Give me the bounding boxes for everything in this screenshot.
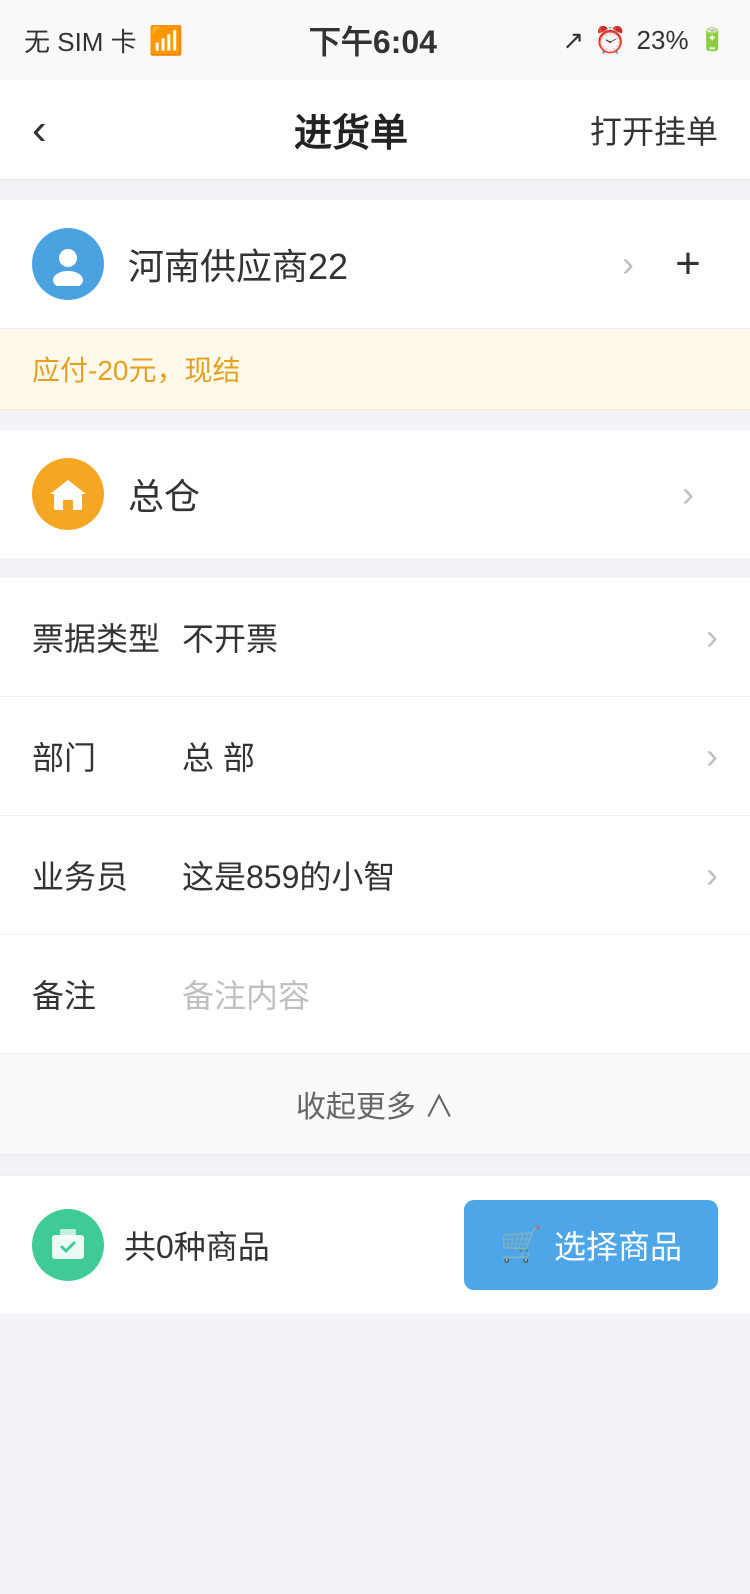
status-carrier-area: 无 SIM 卡 📶	[24, 22, 184, 59]
form-section: 票据类型 不开票 › 部门 总 部 › 业务员 这是859的小智 › 备注 备注…	[0, 578, 750, 1053]
warehouse-row[interactable]: 总仓 ›	[0, 430, 750, 558]
page-title: 进货单	[294, 102, 408, 157]
open-pending-button[interactable]: 打开挂单	[590, 107, 718, 153]
status-time: 下午6:04	[309, 17, 437, 63]
select-goods-label: 选择商品	[554, 1222, 682, 1268]
collapse-label: 收起更多 ∧	[296, 1082, 454, 1126]
warehouse-name: 总仓	[128, 468, 682, 520]
goods-icon	[32, 1209, 104, 1281]
gray-bottom-area	[0, 1314, 750, 1594]
status-bar: 无 SIM 卡 📶 下午6:04 ↗ ⏰ 23% 🔋	[0, 0, 750, 80]
bottom-bar: 共0种商品 🛒 选择商品	[0, 1175, 750, 1314]
remark-label: 备注	[32, 971, 162, 1017]
wifi-icon: 📶	[149, 24, 184, 57]
remark-row[interactable]: 备注 备注内容	[0, 935, 750, 1053]
select-goods-icon: 🛒	[500, 1225, 542, 1265]
goods-count-text: 共0种商品	[124, 1222, 464, 1268]
salesperson-label: 业务员	[32, 852, 162, 898]
supplier-name: 河南供应商22	[128, 238, 622, 290]
department-value: 总 部	[162, 733, 706, 779]
status-right-area: ↗ ⏰ 23% 🔋	[562, 25, 726, 56]
nav-bar: ‹ 进货单 打开挂单	[0, 80, 750, 180]
warehouse-section: 总仓 ›	[0, 430, 750, 558]
supplier-section: 河南供应商22 › + 应付-20元，现结	[0, 200, 750, 410]
avatar	[32, 228, 104, 300]
battery-text: 23%	[637, 25, 689, 56]
collapse-row[interactable]: 收起更多 ∧	[0, 1053, 750, 1155]
warehouse-icon	[32, 458, 104, 530]
salesperson-row[interactable]: 业务员 这是859的小智 ›	[0, 816, 750, 935]
department-label: 部门	[32, 733, 162, 779]
supplier-row[interactable]: 河南供应商22 › +	[0, 200, 750, 329]
department-row[interactable]: 部门 总 部 ›	[0, 697, 750, 816]
select-goods-button[interactable]: 🛒 选择商品	[464, 1200, 718, 1290]
carrier-text: 无 SIM 卡	[24, 22, 137, 59]
battery-icon: 🔋	[699, 27, 726, 53]
supplier-chevron-icon: ›	[622, 243, 634, 285]
alarm-icon: ⏰	[594, 25, 626, 56]
add-supplier-button[interactable]: +	[658, 239, 718, 289]
notice-text: 应付-20元，现结	[32, 355, 240, 386]
back-button[interactable]: ‹	[32, 105, 112, 155]
department-chevron-icon: ›	[706, 735, 718, 777]
location-icon: ↗	[562, 25, 584, 56]
warehouse-chevron-icon: ›	[682, 473, 694, 515]
section-divider-1	[0, 410, 750, 430]
remark-input[interactable]: 备注内容	[162, 971, 718, 1017]
top-divider	[0, 180, 750, 200]
invoice-type-chevron-icon: ›	[706, 616, 718, 658]
invoice-type-value: 不开票	[162, 614, 706, 660]
salesperson-chevron-icon: ›	[706, 854, 718, 896]
salesperson-value: 这是859的小智	[162, 852, 706, 898]
invoice-type-label: 票据类型	[32, 614, 162, 660]
section-divider-2	[0, 558, 750, 578]
notice-banner: 应付-20元，现结	[0, 329, 750, 410]
invoice-type-row[interactable]: 票据类型 不开票 ›	[0, 578, 750, 697]
